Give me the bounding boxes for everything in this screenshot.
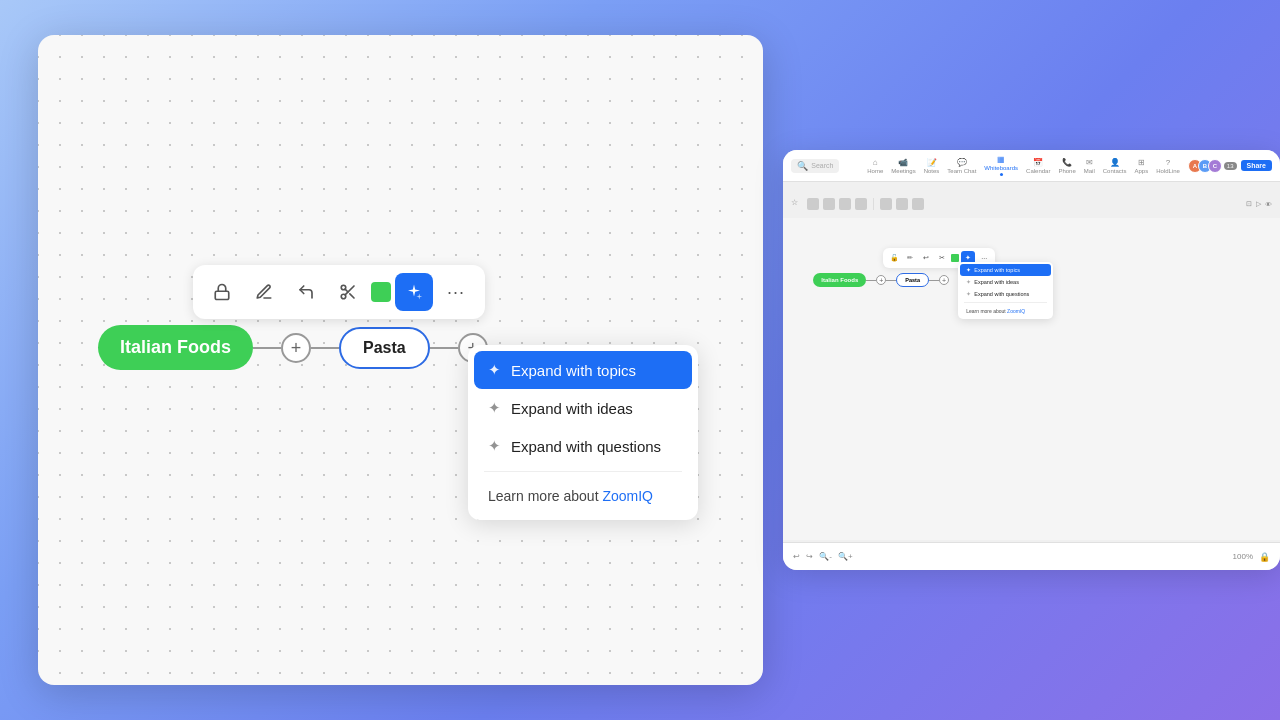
right-nav-bar: 🔍 Search ⌂ Home 📹 Meetings 📝 Notes 💬 Tea… bbox=[783, 150, 1280, 182]
right-app-panel: 🔍 Search ⌂ Home 📹 Meetings 📝 Notes 💬 Tea… bbox=[783, 150, 1280, 570]
zoom-level: 100% bbox=[1233, 552, 1253, 561]
right-tb-left: ☆ bbox=[791, 198, 924, 210]
mini-line-1 bbox=[866, 280, 876, 281]
pen-button[interactable] bbox=[245, 273, 283, 311]
mini-expand-questions[interactable]: ✦ Expand with questions bbox=[960, 288, 1051, 300]
mini-divider bbox=[964, 302, 1047, 303]
mini-learn: Learn more about ZoomIQ bbox=[960, 305, 1051, 317]
scissors-button[interactable] bbox=[329, 273, 367, 311]
right-nav-icons: ⌂ Home 📹 Meetings 📝 Notes 💬 Team Chat ▦ … bbox=[867, 155, 1180, 176]
sparkle-icon-3: ✦ bbox=[488, 437, 501, 455]
right-bottom-bar: ↩ ↪ 🔍- 🔍+ 100% 🔒 bbox=[783, 542, 1280, 570]
right-tb-right: ⊡ ▷ 👁 bbox=[1246, 200, 1272, 208]
mini-cut-btn[interactable]: ✂ bbox=[935, 251, 949, 265]
connector-line-2 bbox=[311, 347, 339, 349]
nav-team-chat[interactable]: 💬 Team Chat bbox=[947, 158, 976, 174]
lock-icon-tb[interactable] bbox=[912, 198, 924, 210]
mini-expand-ideas[interactable]: ✦ Expand with ideas bbox=[960, 276, 1051, 288]
svg-line-4 bbox=[350, 294, 354, 298]
color-swatch-button[interactable] bbox=[371, 282, 391, 302]
dropdown-divider bbox=[484, 471, 682, 472]
arrow-icon[interactable] bbox=[855, 198, 867, 210]
nav-home[interactable]: ⌂ Home bbox=[867, 158, 883, 174]
search-label: Search bbox=[811, 162, 833, 169]
nav-notes[interactable]: 📝 Notes bbox=[924, 158, 940, 174]
search-icon-sm: 🔍 bbox=[797, 161, 808, 171]
pasta-node[interactable]: Pasta bbox=[339, 327, 430, 369]
text-icon[interactable] bbox=[839, 198, 851, 210]
mini-spark-3: ✦ bbox=[966, 291, 971, 297]
mini-whiteboard: 🔓 ✏ ↩ ✂ ✦ ··· Italian Foods + Pasta + bbox=[783, 218, 1280, 540]
mini-undo-btn[interactable]: ↩ bbox=[919, 251, 933, 265]
shape-icon[interactable] bbox=[823, 198, 835, 210]
nav-helpline[interactable]: ? HoldLine bbox=[1156, 158, 1180, 174]
nav-meetings[interactable]: 📹 Meetings bbox=[891, 158, 915, 174]
expand-questions-item[interactable]: ✦ Expand with questions bbox=[474, 427, 692, 465]
mini-line-2 bbox=[886, 280, 896, 281]
nav-phone[interactable]: 📞 Phone bbox=[1058, 158, 1075, 174]
zoom-in-icon[interactable]: 🔍+ bbox=[838, 552, 853, 561]
mini-add-1[interactable]: + bbox=[876, 275, 886, 285]
mini-add-2[interactable]: + bbox=[939, 275, 949, 285]
mini-spark-1: ✦ bbox=[966, 267, 971, 273]
mini-pen-btn[interactable]: ✏ bbox=[903, 251, 917, 265]
mini-zoomiq-link[interactable]: ZoomIQ bbox=[1007, 308, 1025, 314]
learn-more-text: Learn more about ZoomIQ bbox=[474, 478, 692, 514]
left-whiteboard-panel: ··· Italian Foods + Pasta + ✦ Expand wit… bbox=[38, 35, 763, 685]
sparkle-icon-2: ✦ bbox=[488, 399, 501, 417]
undo-button[interactable] bbox=[287, 273, 325, 311]
mini-expand-topics[interactable]: ✦ Expand with topics bbox=[960, 264, 1051, 276]
nav-apps[interactable]: ⊞ Apps bbox=[1134, 158, 1148, 174]
share-button-right[interactable]: Share bbox=[1241, 160, 1272, 171]
mini-italian-node: Italian Foods bbox=[813, 273, 866, 287]
more-options-button[interactable]: ··· bbox=[437, 273, 475, 311]
sparkle-icon-1: ✦ bbox=[488, 361, 501, 379]
mindmap-area: Italian Foods + Pasta + bbox=[98, 325, 488, 370]
mini-line-3 bbox=[929, 280, 939, 281]
mini-dropdown: ✦ Expand with topics ✦ Expand with ideas… bbox=[958, 262, 1053, 319]
sticky-icon[interactable] bbox=[880, 198, 892, 210]
screen-icon[interactable]: ⊡ bbox=[1246, 200, 1252, 208]
present-icon[interactable]: ▷ bbox=[1256, 200, 1261, 208]
avatar-count: 13 bbox=[1224, 162, 1237, 170]
star-icon[interactable]: ☆ bbox=[791, 198, 803, 210]
svg-line-5 bbox=[345, 289, 348, 292]
expand-topics-item[interactable]: ✦ Expand with topics bbox=[474, 351, 692, 389]
ai-dropdown-menu: ✦ Expand with topics ✦ Expand with ideas… bbox=[468, 345, 698, 520]
expand-ideas-item[interactable]: ✦ Expand with ideas bbox=[474, 389, 692, 427]
ai-button[interactable] bbox=[395, 273, 433, 311]
lock-bottom-icon[interactable]: 🔒 bbox=[1259, 552, 1270, 562]
bottom-icons-right: 100% 🔒 bbox=[1233, 552, 1270, 562]
mini-lock-btn[interactable]: 🔓 bbox=[887, 251, 901, 265]
nav-mail[interactable]: ✉ Mail bbox=[1084, 158, 1095, 174]
nav-calendar[interactable]: 📅 Calendar bbox=[1026, 158, 1050, 174]
undo-bottom-icon[interactable]: ↩ bbox=[793, 552, 800, 561]
italian-foods-node[interactable]: Italian Foods bbox=[98, 325, 253, 370]
redo-bottom-icon[interactable]: ↪ bbox=[806, 552, 813, 561]
svg-rect-0 bbox=[215, 291, 229, 299]
eye-icon[interactable]: 👁 bbox=[1265, 201, 1272, 208]
avatar-cluster: A B C 13 bbox=[1192, 159, 1237, 173]
right-second-toolbar: ☆ ⊡ ▷ 👁 bbox=[791, 194, 1272, 214]
right-whiteboard-content: 🔓 ✏ ↩ ✂ ✦ ··· Italian Foods + Pasta + bbox=[783, 218, 1280, 540]
avatar-3: C bbox=[1208, 159, 1222, 173]
right-search-box[interactable]: 🔍 Search bbox=[791, 159, 839, 173]
mini-mindmap: Italian Foods + Pasta + bbox=[813, 273, 949, 287]
lock-button[interactable] bbox=[203, 273, 241, 311]
mini-pasta-node: Pasta bbox=[896, 273, 929, 287]
divider-v bbox=[873, 198, 874, 210]
add-button-1[interactable]: + bbox=[281, 333, 311, 363]
nav-contacts[interactable]: 👤 Contacts bbox=[1103, 158, 1127, 174]
nav-whiteboards[interactable]: ▦ Whiteboards bbox=[984, 155, 1018, 176]
connector-line-3 bbox=[430, 347, 458, 349]
cursor-icon[interactable] bbox=[807, 198, 819, 210]
zoom-out-icon[interactable]: 🔍- bbox=[819, 552, 832, 561]
floating-toolbar: ··· bbox=[193, 265, 485, 319]
mini-spark-2: ✦ bbox=[966, 279, 971, 285]
connector-line-1 bbox=[253, 347, 281, 349]
zoomiq-link[interactable]: ZoomIQ bbox=[602, 488, 653, 504]
image-icon[interactable] bbox=[896, 198, 908, 210]
bottom-icons-left: ↩ ↪ 🔍- 🔍+ bbox=[793, 552, 852, 561]
mini-color-sq bbox=[951, 254, 959, 262]
